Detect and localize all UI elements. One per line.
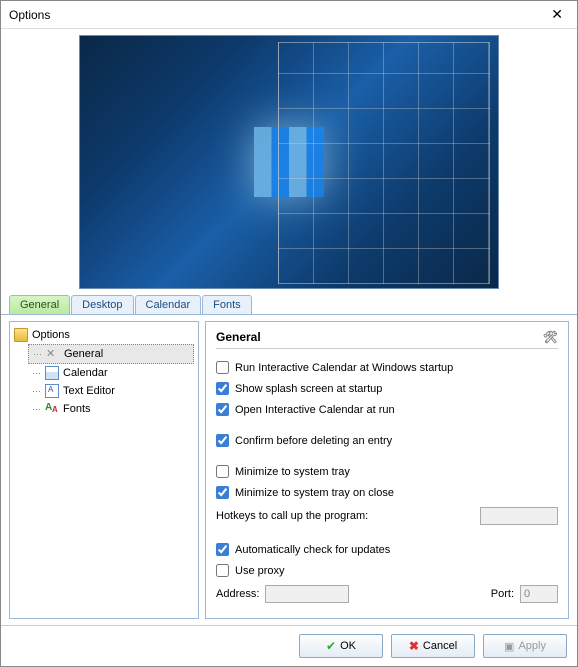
check-icon: ✔ [326, 639, 336, 653]
checkbox-label: Automatically check for updates [235, 544, 390, 556]
tree-connector-icon: ⋯ [32, 368, 40, 379]
tree-item-label: General [64, 348, 103, 360]
tree-root[interactable]: Options [14, 328, 194, 342]
checkbox-label: Confirm before deleting an entry [235, 435, 392, 447]
port-label: Port: [491, 588, 514, 600]
options-tree: Options ⋯ General ⋯ Calendar ⋯ Text Edit… [9, 321, 199, 619]
opt-open-at-run: Open Interactive Calendar at run [216, 403, 558, 416]
tabs-bar: General Desktop Calendar Fonts [9, 295, 577, 314]
fonts-icon [45, 402, 59, 416]
dialog-buttons: ✔ OK ✖ Cancel ▣ Apply [1, 625, 577, 666]
tree-root-label: Options [32, 329, 70, 341]
checkbox-label: Open Interactive Calendar at run [235, 404, 395, 416]
apply-icon: ▣ [504, 640, 514, 653]
tools-icon [46, 347, 60, 361]
button-label: OK [340, 640, 356, 652]
button-label: Cancel [423, 640, 457, 652]
port-input[interactable] [520, 585, 558, 603]
auto-update-checkbox[interactable] [216, 543, 229, 556]
cancel-button[interactable]: ✖ Cancel [391, 634, 475, 658]
hotkeys-label: Hotkeys to call up the program: [216, 510, 368, 522]
tab-fonts[interactable]: Fonts [202, 295, 252, 314]
calendar-icon [45, 366, 59, 380]
proxy-address-row: Address: Port: [216, 585, 558, 603]
run-at-startup-checkbox[interactable] [216, 361, 229, 374]
tree-item-calendar[interactable]: ⋯ Calendar [28, 364, 194, 382]
x-icon: ✖ [409, 639, 419, 653]
ok-button[interactable]: ✔ OK [299, 634, 383, 658]
confirm-delete-checkbox[interactable] [216, 434, 229, 447]
checkbox-label: Run Interactive Calendar at Windows star… [235, 362, 453, 374]
tab-desktop[interactable]: Desktop [71, 295, 133, 314]
tree-item-label: Calendar [63, 367, 108, 379]
folder-icon [14, 328, 28, 342]
opt-auto-update: Automatically check for updates [216, 543, 558, 556]
address-input[interactable] [265, 585, 349, 603]
preview-image [79, 35, 499, 289]
tree-item-general[interactable]: ⋯ General [28, 344, 194, 364]
hotkeys-input[interactable] [480, 507, 558, 525]
opt-use-proxy: Use proxy [216, 564, 558, 577]
address-label: Address: [216, 588, 259, 600]
options-window: Options ✕ General Desktop Calendar Fonts… [0, 0, 578, 667]
tree-item-label: Text Editor [63, 385, 115, 397]
hotkeys-row: Hotkeys to call up the program: [216, 507, 558, 525]
checkbox-label: Minimize to system tray [235, 466, 350, 478]
button-label: Apply [518, 640, 546, 652]
tree-item-text-editor[interactable]: ⋯ Text Editor [28, 382, 194, 400]
opt-splash: Show splash screen at startup [216, 382, 558, 395]
tab-general[interactable]: General [9, 295, 70, 314]
min-tray-checkbox[interactable] [216, 465, 229, 478]
settings-panel: General 🛠 Run Interactive Calendar at Wi… [205, 321, 569, 619]
apply-button[interactable]: ▣ Apply [483, 634, 567, 658]
close-icon[interactable]: ✕ [545, 4, 569, 25]
opt-min-tray-close: Minimize to system tray on close [216, 486, 558, 499]
tree-item-label: Fonts [63, 403, 91, 415]
opt-run-at-startup: Run Interactive Calendar at Windows star… [216, 361, 558, 374]
tree-connector-icon: ⋯ [32, 386, 40, 397]
settings-header: General 🛠 [216, 328, 558, 349]
min-tray-close-checkbox[interactable] [216, 486, 229, 499]
window-title: Options [9, 8, 50, 22]
open-at-run-checkbox[interactable] [216, 403, 229, 416]
settings-heading: General [216, 330, 261, 344]
checkbox-label: Show splash screen at startup [235, 383, 382, 395]
opt-min-tray: Minimize to system tray [216, 465, 558, 478]
panels: Options ⋯ General ⋯ Calendar ⋯ Text Edit… [1, 314, 577, 625]
splash-checkbox[interactable] [216, 382, 229, 395]
checkbox-label: Use proxy [235, 565, 285, 577]
use-proxy-checkbox[interactable] [216, 564, 229, 577]
titlebar: Options ✕ [1, 1, 577, 29]
tree-item-fonts[interactable]: ⋯ Fonts [28, 400, 194, 418]
tree-connector-icon: ⋯ [32, 404, 40, 415]
checkbox-label: Minimize to system tray on close [235, 487, 394, 499]
opt-confirm-delete: Confirm before deleting an entry [216, 434, 558, 447]
wrench-icon[interactable]: 🛠 [543, 330, 558, 344]
text-editor-icon [45, 384, 59, 398]
tree-connector-icon: ⋯ [33, 349, 41, 360]
tab-calendar[interactable]: Calendar [135, 295, 202, 314]
